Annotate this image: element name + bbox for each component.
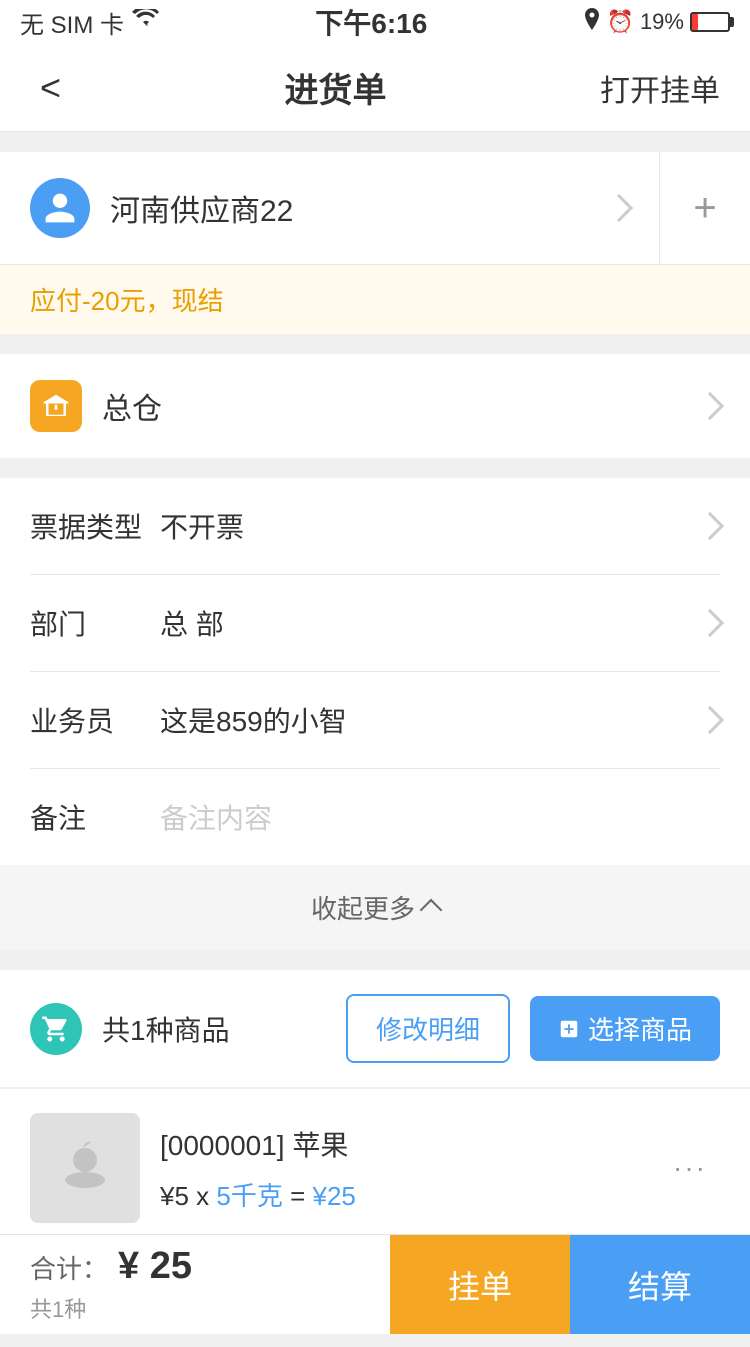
select-product-label: 选择商品: [588, 1010, 692, 1047]
settle-button[interactable]: 结算: [570, 1235, 750, 1334]
product-total: ¥25: [313, 1181, 356, 1211]
warehouse-chevron-icon: [696, 392, 724, 420]
product-unit-price: ¥5: [160, 1181, 189, 1211]
supplier-name: 河南供应商22: [110, 186, 609, 230]
nav-bar: < 进货单 打开挂单: [0, 44, 750, 132]
product-thumbnail: [30, 1113, 140, 1223]
balance-note: 应付-20元，现结: [0, 264, 750, 334]
footer: 合计： ¥ 25 共1种 挂单 结算: [0, 1234, 750, 1334]
product-name: [0000001] 苹果: [160, 1124, 640, 1164]
department-row[interactable]: 部门 总 部: [0, 575, 750, 671]
department-label: 部门: [30, 603, 160, 643]
salesman-chevron-icon: [696, 706, 724, 734]
status-left: 无 SIM 卡: [20, 5, 160, 40]
product-info: [0000001] 苹果 ¥5 x 5千克 = ¥25: [160, 1124, 640, 1213]
collapse-arrow-icon: [420, 898, 443, 921]
remark-row[interactable]: 备注 备注内容: [0, 769, 750, 865]
salesman-value: 这是859的小智: [160, 700, 700, 740]
page-title: 进货单: [285, 63, 387, 112]
alarm-icon: ⏰: [607, 9, 634, 35]
warehouse-icon: [30, 380, 82, 432]
add-button[interactable]: +: [660, 166, 750, 251]
battery-percentage: 19%: [640, 9, 684, 35]
warehouse-name: 总仓: [102, 384, 700, 428]
status-time: 下午6:16: [315, 2, 427, 42]
supplier-avatar: [30, 178, 90, 238]
department-value: 总 部: [160, 603, 700, 643]
supplier-selector[interactable]: 河南供应商22: [0, 152, 660, 264]
form-section: 票据类型 不开票 部门 总 部 业务员 这是859的小智 备注 备注内容: [0, 478, 750, 865]
product-code: [0000001]: [160, 1130, 285, 1161]
warehouse-section[interactable]: 总仓: [0, 354, 750, 458]
remark-label: 备注: [30, 797, 160, 837]
department-chevron-icon: [696, 609, 724, 637]
products-icon: [30, 1003, 82, 1055]
gap-3: [0, 458, 750, 478]
supplier-chevron-icon: [605, 194, 633, 222]
salesman-row[interactable]: 业务员 这是859的小智: [0, 672, 750, 768]
collapse-label: 收起更多: [311, 889, 415, 926]
footer-total-amount: ¥ 25: [118, 1245, 192, 1288]
invoice-type-row[interactable]: 票据类型 不开票: [0, 478, 750, 574]
edit-detail-button[interactable]: 修改明细: [346, 994, 510, 1063]
gap-1: [0, 132, 750, 152]
select-product-button[interactable]: 选择商品: [530, 996, 720, 1061]
product-count-label: 共1种商品: [102, 1009, 326, 1049]
status-right: ⏰ 19%: [583, 8, 730, 36]
product-more-button[interactable]: ···: [660, 1152, 720, 1184]
products-header: 共1种商品 修改明细 选择商品: [0, 970, 750, 1087]
remark-input[interactable]: 备注内容: [160, 797, 720, 837]
location-icon: [583, 8, 601, 36]
product-item: [0000001] 苹果 ¥5 x 5千克 = ¥25 ···: [0, 1089, 750, 1247]
open-pending-button[interactable]: 打开挂单: [600, 66, 720, 110]
product-price: ¥5 x 5千克 = ¥25: [160, 1176, 640, 1213]
pending-button[interactable]: 挂单: [390, 1235, 570, 1334]
footer-count: 共1种: [30, 1292, 360, 1324]
wifi-icon: [132, 8, 160, 36]
footer-total-label: 合计：: [30, 1249, 108, 1286]
invoice-type-label: 票据类型: [30, 506, 160, 546]
carrier-text: 无 SIM 卡: [20, 5, 124, 40]
footer-total-row: 合计： ¥ 25: [30, 1245, 360, 1288]
supplier-section: 河南供应商22 +: [0, 152, 750, 264]
footer-total: 合计： ¥ 25 共1种: [0, 1235, 390, 1334]
salesman-label: 业务员: [30, 700, 160, 740]
back-button[interactable]: <: [30, 57, 71, 119]
product-name-text: 苹果: [292, 1130, 348, 1161]
status-bar: 无 SIM 卡 下午6:16 ⏰ 19%: [0, 0, 750, 44]
battery-icon: [690, 12, 730, 32]
gap-2: [0, 334, 750, 354]
product-equals: =: [290, 1181, 312, 1211]
product-multiply: x: [196, 1181, 216, 1211]
collapse-button[interactable]: 收起更多: [0, 865, 750, 950]
invoice-chevron-icon: [696, 512, 724, 540]
invoice-type-value: 不开票: [160, 506, 700, 546]
product-quantity: 5千克: [216, 1181, 282, 1211]
